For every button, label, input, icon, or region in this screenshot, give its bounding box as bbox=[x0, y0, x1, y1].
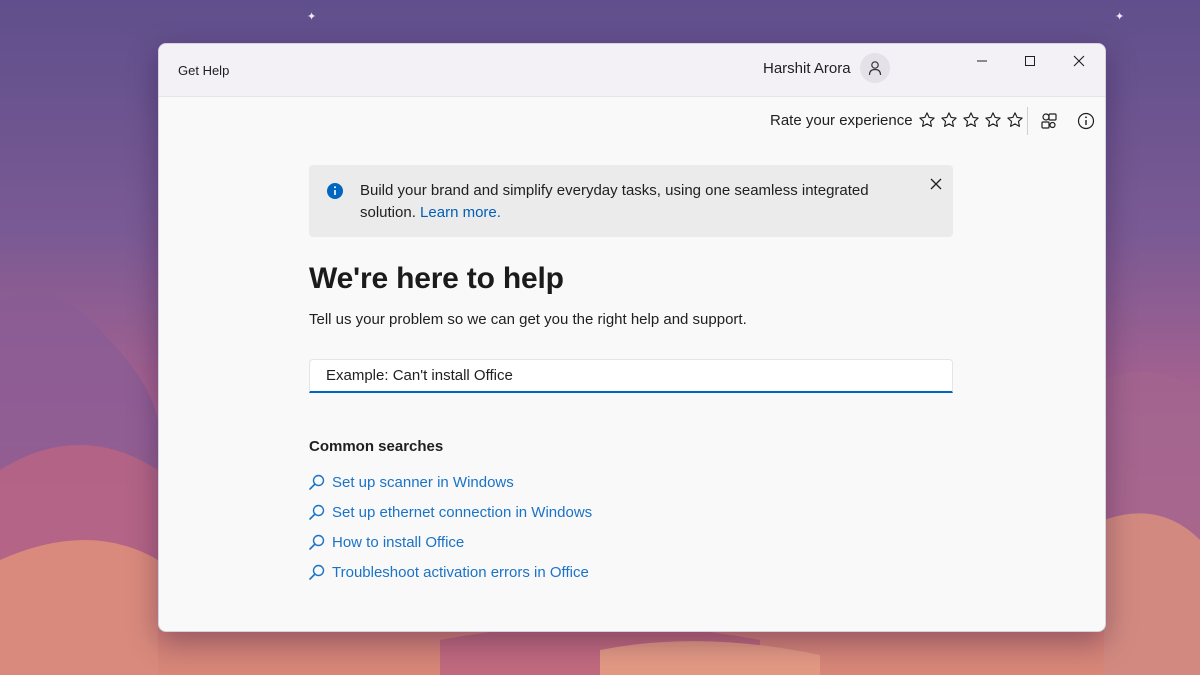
share-icon bbox=[1041, 113, 1057, 129]
info-filled-icon bbox=[326, 182, 344, 205]
sparkle-icon: ✦ bbox=[307, 11, 317, 23]
list-item: Set up ethernet connection in Windows bbox=[307, 497, 592, 527]
about-button[interactable] bbox=[1073, 108, 1099, 134]
get-help-window: Get Help Harshit Arora Rate your experie… bbox=[158, 43, 1106, 632]
list-item: Troubleshoot activation errors in Office bbox=[307, 557, 592, 587]
common-searches-heading: Common searches bbox=[309, 438, 444, 455]
banner-close-button[interactable] bbox=[925, 173, 947, 195]
list-item: How to install Office bbox=[307, 527, 592, 557]
share-button[interactable] bbox=[1036, 108, 1062, 134]
star-icon[interactable] bbox=[961, 110, 981, 130]
search-icon bbox=[307, 472, 327, 492]
maximize-icon bbox=[1025, 56, 1035, 66]
maximize-button[interactable] bbox=[1007, 44, 1053, 78]
toolbar-divider bbox=[1027, 107, 1028, 135]
search-input[interactable] bbox=[310, 360, 926, 390]
common-search-link[interactable]: Set up scanner in Windows bbox=[307, 472, 514, 492]
page-subtitle: Tell us your problem so we can get you t… bbox=[309, 311, 747, 328]
search-icon bbox=[307, 532, 327, 552]
star-icon[interactable] bbox=[917, 110, 937, 130]
title-bar[interactable]: Get Help Harshit Arora bbox=[159, 44, 1105, 97]
user-name[interactable]: Harshit Arora bbox=[763, 60, 851, 77]
common-search-link[interactable]: How to install Office bbox=[307, 532, 464, 552]
close-icon bbox=[930, 178, 942, 190]
sparkle-icon: ✦ bbox=[1115, 11, 1125, 23]
search-icon bbox=[307, 502, 327, 522]
star-icon[interactable] bbox=[983, 110, 1003, 130]
search-box[interactable] bbox=[309, 359, 953, 393]
person-icon[interactable] bbox=[860, 53, 890, 83]
rating-stars bbox=[917, 110, 1025, 130]
common-search-label: Set up scanner in Windows bbox=[332, 473, 514, 491]
banner-message: Build your brand and simplify everyday t… bbox=[360, 180, 900, 224]
star-icon[interactable] bbox=[939, 110, 959, 130]
info-banner: Build your brand and simplify everyday t… bbox=[309, 165, 953, 237]
app-title: Get Help bbox=[178, 63, 230, 78]
toolbar: Rate your experience bbox=[159, 104, 1105, 136]
rate-experience-label: Rate your experience bbox=[770, 112, 913, 129]
common-search-link[interactable]: Set up ethernet connection in Windows bbox=[307, 502, 592, 522]
page-title: We're here to help bbox=[309, 262, 564, 295]
search-icon bbox=[307, 562, 327, 582]
common-search-link[interactable]: Troubleshoot activation errors in Office bbox=[307, 562, 589, 582]
common-search-label: Set up ethernet connection in Windows bbox=[332, 503, 593, 521]
info-icon bbox=[1077, 112, 1095, 130]
common-search-label: How to install Office bbox=[332, 533, 465, 551]
close-icon bbox=[1073, 55, 1085, 67]
list-item: Set up scanner in Windows bbox=[307, 467, 592, 497]
common-search-label: Troubleshoot activation errors in Office bbox=[332, 563, 589, 581]
minimize-icon bbox=[977, 60, 987, 62]
learn-more-link[interactable]: Learn more. bbox=[420, 204, 501, 221]
close-button[interactable] bbox=[1056, 44, 1102, 78]
minimize-button[interactable] bbox=[959, 44, 1005, 78]
common-searches-list: Set up scanner in Windows Set up etherne… bbox=[307, 467, 592, 587]
star-icon[interactable] bbox=[1005, 110, 1025, 130]
